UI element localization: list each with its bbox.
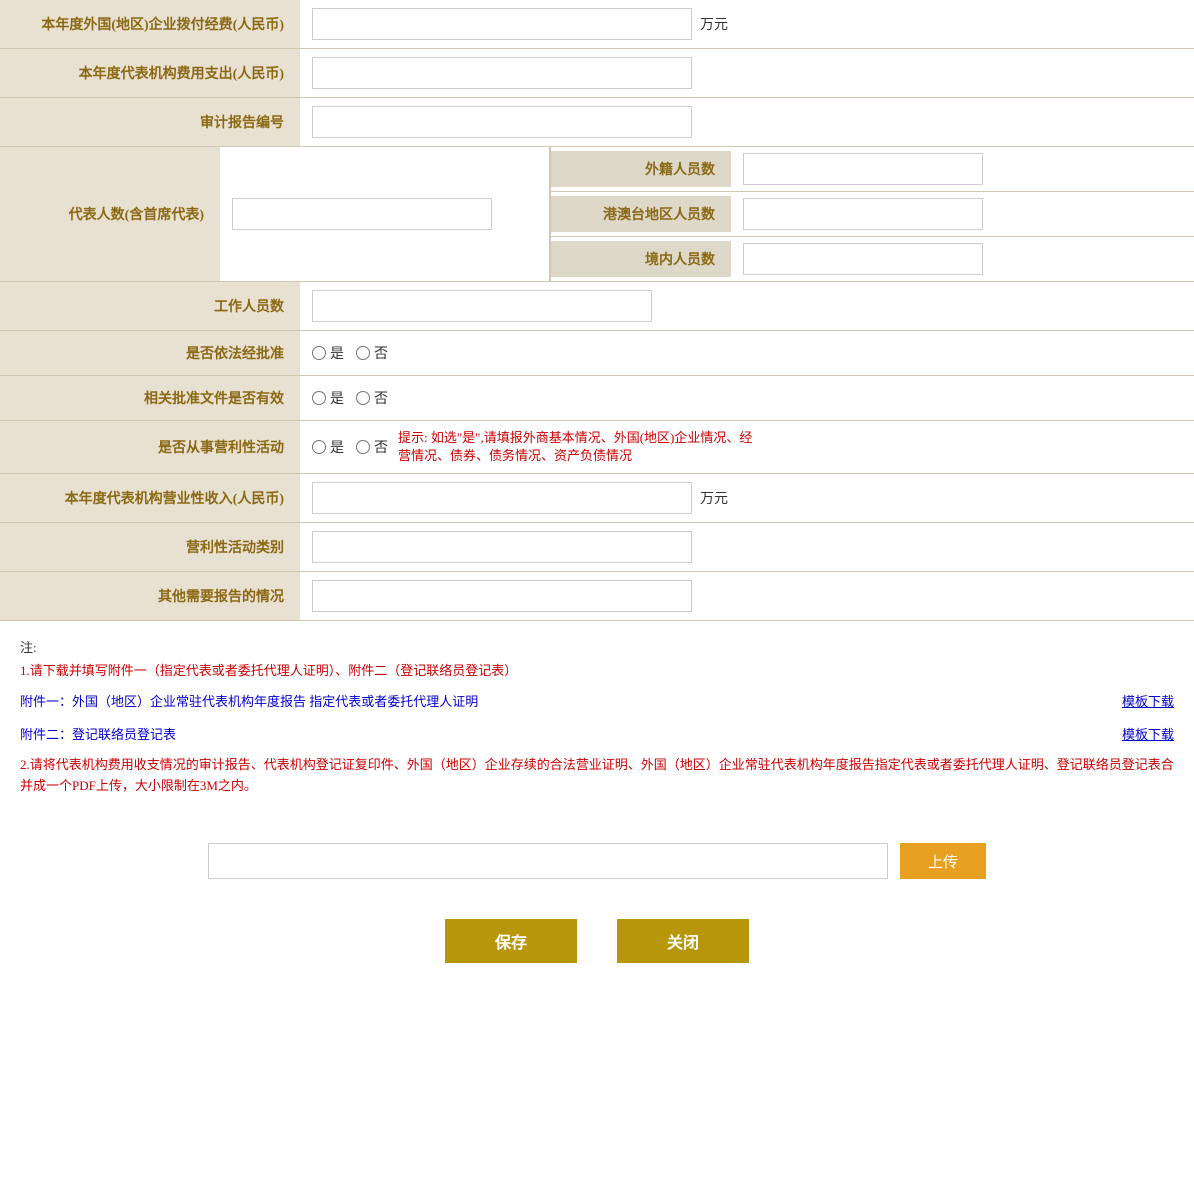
audit-report-label: 审计报告编号 bbox=[0, 98, 300, 146]
close-button[interactable]: 关闭 bbox=[617, 919, 749, 963]
is-profit-yes-label[interactable]: 是 bbox=[312, 437, 344, 457]
annual-income-row: 本年度代表机构营业性收入(人民币) 万元 bbox=[0, 474, 1194, 523]
attachment1-row: 附件一：外国（地区）企业常驻代表机构年度报告 指定代表或者委托代理人证明 模板下… bbox=[20, 687, 1174, 714]
rep-office-expense-row: 本年度代表机构费用支出(人民币) bbox=[0, 49, 1194, 98]
hk-macao-taiwan-input-cell bbox=[731, 192, 1194, 236]
is-approved-yes-label[interactable]: 是 bbox=[312, 343, 344, 363]
note-item1: 1.请下载并填写附件一（指定代表或者委托代理人证明）、附件二（登记联络员登记表） bbox=[20, 660, 1174, 679]
annual-income-unit: 万元 bbox=[700, 488, 728, 508]
profit-category-input-cell bbox=[300, 523, 1194, 571]
other-report-label: 其他需要报告的情况 bbox=[0, 572, 300, 620]
is-approved-yes-text: 是 bbox=[330, 343, 344, 363]
profit-category-input[interactable] bbox=[312, 531, 692, 563]
docs-valid-no-radio[interactable] bbox=[356, 391, 370, 405]
note-item2: 2.请将代表机构费用收支情况的审计报告、代表机构登记证复印件、外国（地区）企业存… bbox=[20, 755, 1174, 797]
docs-valid-row: 相关批准文件是否有效 是 否 bbox=[0, 376, 1194, 421]
audit-report-row: 审计报告编号 bbox=[0, 98, 1194, 147]
rep-office-expense-label: 本年度代表机构费用支出(人民币) bbox=[0, 49, 300, 97]
upload-section: 上传 bbox=[0, 823, 1194, 899]
docs-valid-yes-text: 是 bbox=[330, 388, 344, 408]
is-profit-no-radio[interactable] bbox=[356, 440, 370, 454]
upload-file-input[interactable] bbox=[208, 843, 888, 879]
annual-income-input-cell: 万元 bbox=[300, 474, 1194, 522]
employee-count-row: 工作人员数 bbox=[0, 282, 1194, 331]
attachment1-text: 附件一：外国（地区）企业常驻代表机构年度报告 指定代表或者委托代理人证明 bbox=[20, 691, 478, 710]
save-button[interactable]: 保存 bbox=[445, 919, 577, 963]
bottom-buttons: 保存 关闭 bbox=[0, 899, 1194, 983]
employee-count-input-cell bbox=[300, 282, 1194, 330]
is-profit-radio-group: 是 否 bbox=[312, 437, 388, 457]
rep-count-combined-row: 代表人数(含首席代表) 外籍人员数 港澳台地区人员数 境内人员数 bbox=[0, 147, 1194, 282]
docs-valid-label: 相关批准文件是否有效 bbox=[0, 376, 300, 420]
rep-count-input-cell bbox=[220, 147, 549, 281]
docs-valid-input-cell: 是 否 bbox=[300, 376, 1194, 420]
upload-button[interactable]: 上传 bbox=[900, 843, 986, 879]
form-container: 本年度外国(地区)企业拨付经费(人民币) 万元 本年度代表机构费用支出(人民币)… bbox=[0, 0, 1194, 983]
employee-count-label: 工作人员数 bbox=[0, 282, 300, 330]
is-approved-no-label[interactable]: 否 bbox=[356, 343, 388, 363]
is-profit-tip: 提示: 如选"是",请填报外商基本情况、外国(地区)企业情况、经营情况、债券、债… bbox=[398, 429, 758, 465]
notes-section: 注: 1.请下载并填写附件一（指定代表或者委托代理人证明）、附件二（登记联络员登… bbox=[0, 621, 1194, 813]
is-approved-label: 是否依法经批准 bbox=[0, 331, 300, 375]
hk-macao-taiwan-row: 港澳台地区人员数 bbox=[551, 192, 1194, 237]
attachment2-download-link[interactable]: 模板下载 bbox=[1122, 724, 1174, 743]
foreign-expense-input[interactable] bbox=[312, 8, 692, 40]
other-report-input[interactable] bbox=[312, 580, 692, 612]
rep-count-label: 代表人数(含首席代表) bbox=[0, 147, 220, 281]
is-profit-no-text: 否 bbox=[374, 437, 388, 457]
hk-macao-taiwan-input[interactable] bbox=[743, 198, 983, 230]
other-report-row: 其他需要报告的情况 bbox=[0, 572, 1194, 621]
profit-category-row: 营利性活动类别 bbox=[0, 523, 1194, 572]
is-profit-yes-radio[interactable] bbox=[312, 440, 326, 454]
foreign-expense-row: 本年度外国(地区)企业拨付经费(人民币) 万元 bbox=[0, 0, 1194, 49]
foreign-expense-label: 本年度外国(地区)企业拨付经费(人民币) bbox=[0, 0, 300, 48]
audit-report-input-cell bbox=[300, 98, 1194, 146]
employee-count-input[interactable] bbox=[312, 290, 652, 322]
foreign-expense-unit: 万元 bbox=[700, 14, 728, 34]
docs-valid-no-label[interactable]: 否 bbox=[356, 388, 388, 408]
attachment2-text: 附件二：登记联络员登记表 bbox=[20, 724, 176, 743]
docs-valid-yes-label[interactable]: 是 bbox=[312, 388, 344, 408]
rep-office-expense-input-cell bbox=[300, 49, 1194, 97]
rep-count-input[interactable] bbox=[232, 198, 492, 230]
attachment1-download-link[interactable]: 模板下载 bbox=[1122, 691, 1174, 710]
domestic-staff-row: 境内人员数 bbox=[551, 237, 1194, 281]
is-profit-no-label[interactable]: 否 bbox=[356, 437, 388, 457]
is-profit-yes-text: 是 bbox=[330, 437, 344, 457]
other-report-input-cell bbox=[300, 572, 1194, 620]
foreign-staff-label: 外籍人员数 bbox=[551, 151, 731, 187]
domestic-staff-input-cell bbox=[731, 237, 1194, 281]
is-approved-row: 是否依法经批准 是 否 bbox=[0, 331, 1194, 376]
profit-category-label: 营利性活动类别 bbox=[0, 523, 300, 571]
docs-valid-radio-group: 是 否 bbox=[312, 388, 388, 408]
rep-office-expense-input[interactable] bbox=[312, 57, 692, 89]
foreign-staff-input-cell bbox=[731, 147, 1194, 191]
is-approved-input-cell: 是 否 bbox=[300, 331, 1194, 375]
is-approved-no-radio[interactable] bbox=[356, 346, 370, 360]
audit-report-input[interactable] bbox=[312, 106, 692, 138]
is-approved-radio-group: 是 否 bbox=[312, 343, 388, 363]
notes-title: 注: bbox=[20, 637, 1174, 656]
is-profit-row: 是否从事营利性活动 是 否 提示: 如选"是",请填报外商基本情况、外国(地区)… bbox=[0, 421, 1194, 474]
docs-valid-yes-radio[interactable] bbox=[312, 391, 326, 405]
annual-income-input[interactable] bbox=[312, 482, 692, 514]
annual-income-label: 本年度代表机构营业性收入(人民币) bbox=[0, 474, 300, 522]
attachment2-row: 附件二：登记联络员登记表 模板下载 bbox=[20, 720, 1174, 747]
is-approved-no-text: 否 bbox=[374, 343, 388, 363]
foreign-staff-input[interactable] bbox=[743, 153, 983, 185]
rep-count-sub-rows: 外籍人员数 港澳台地区人员数 境内人员数 bbox=[550, 147, 1194, 281]
domestic-staff-label: 境内人员数 bbox=[551, 241, 731, 277]
docs-valid-no-text: 否 bbox=[374, 388, 388, 408]
domestic-staff-input[interactable] bbox=[743, 243, 983, 275]
foreign-staff-row: 外籍人员数 bbox=[551, 147, 1194, 192]
is-profit-input-cell: 是 否 提示: 如选"是",请填报外商基本情况、外国(地区)企业情况、经营情况、… bbox=[300, 421, 1194, 473]
is-profit-label: 是否从事营利性活动 bbox=[0, 421, 300, 473]
hk-macao-taiwan-label: 港澳台地区人员数 bbox=[551, 196, 731, 232]
foreign-expense-input-cell: 万元 bbox=[300, 0, 1194, 48]
is-approved-yes-radio[interactable] bbox=[312, 346, 326, 360]
